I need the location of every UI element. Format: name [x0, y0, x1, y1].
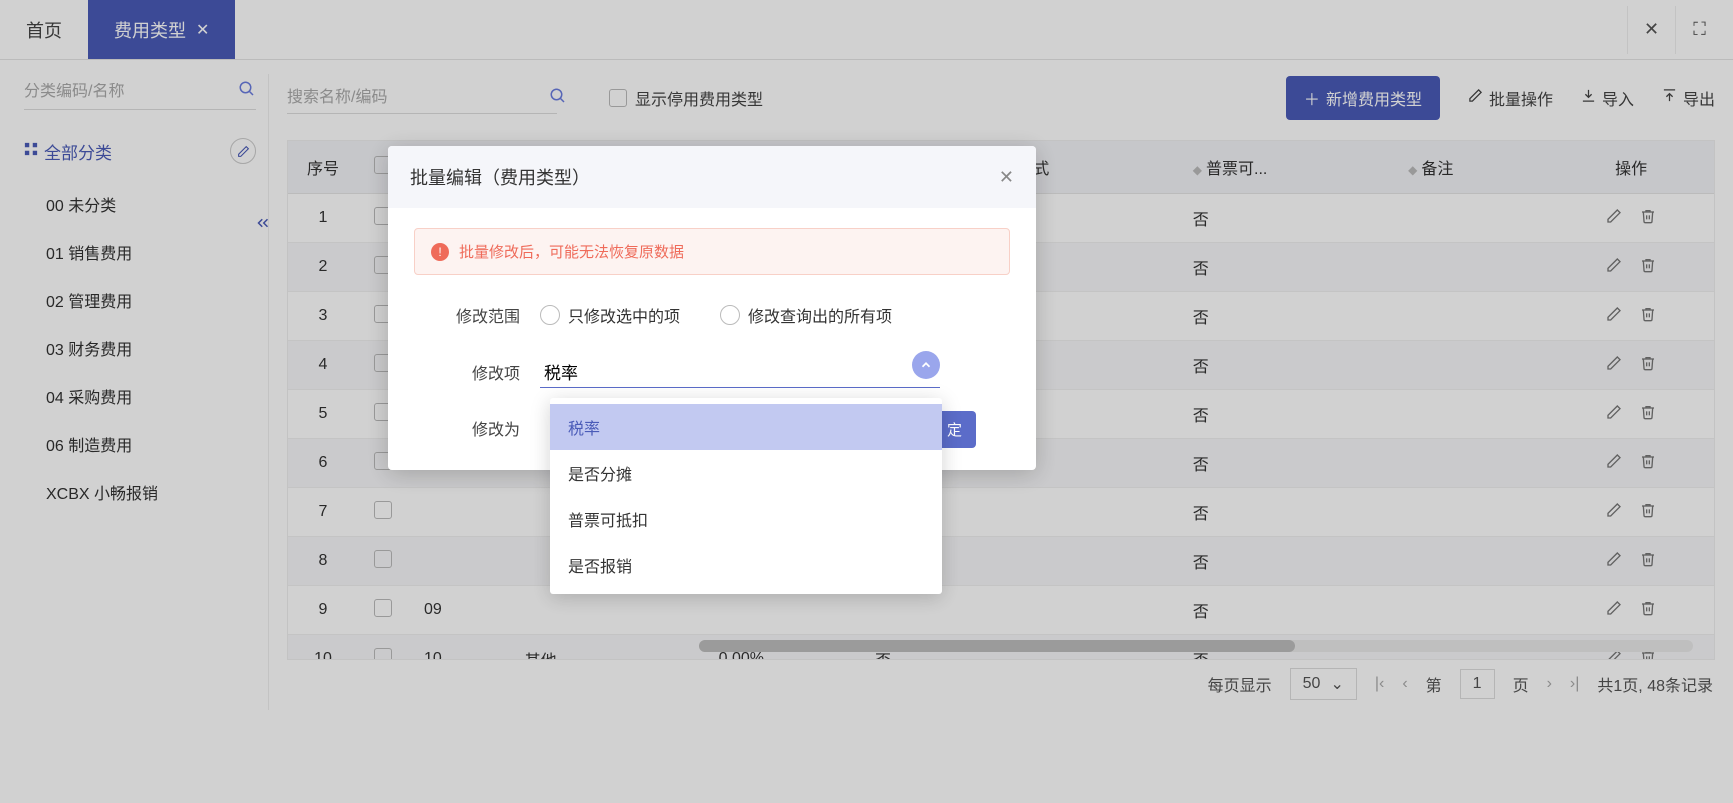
change-to-label: 修改为 — [414, 416, 520, 440]
field-dropdown: 税率是否分摊普票可抵扣是否报销 — [550, 398, 942, 594]
scope-label: 修改范围 — [414, 303, 520, 327]
close-icon[interactable]: ✕ — [999, 167, 1014, 188]
modal-title: 批量编辑（费用类型） — [410, 164, 590, 190]
field-label: 修改项 — [414, 360, 520, 384]
field-select-input[interactable] — [540, 355, 940, 388]
warning-icon: ! — [431, 243, 449, 261]
dropdown-option[interactable]: 是否分摊 — [550, 450, 942, 496]
dropdown-option[interactable]: 是否报销 — [550, 542, 942, 588]
field-select[interactable] — [540, 355, 940, 388]
dropdown-option[interactable]: 税率 — [550, 404, 942, 450]
radio-icon — [540, 305, 560, 325]
scope-all-radio[interactable]: 修改查询出的所有项 — [720, 303, 892, 327]
warning-alert: ! 批量修改后，可能无法恢复原数据 — [414, 228, 1010, 275]
chevron-up-icon[interactable] — [912, 351, 940, 379]
scope-selected-radio[interactable]: 只修改选中的项 — [540, 303, 680, 327]
dropdown-option[interactable]: 普票可抵扣 — [550, 496, 942, 542]
warning-text: 批量修改后，可能无法恢复原数据 — [459, 241, 684, 262]
radio-icon — [720, 305, 740, 325]
